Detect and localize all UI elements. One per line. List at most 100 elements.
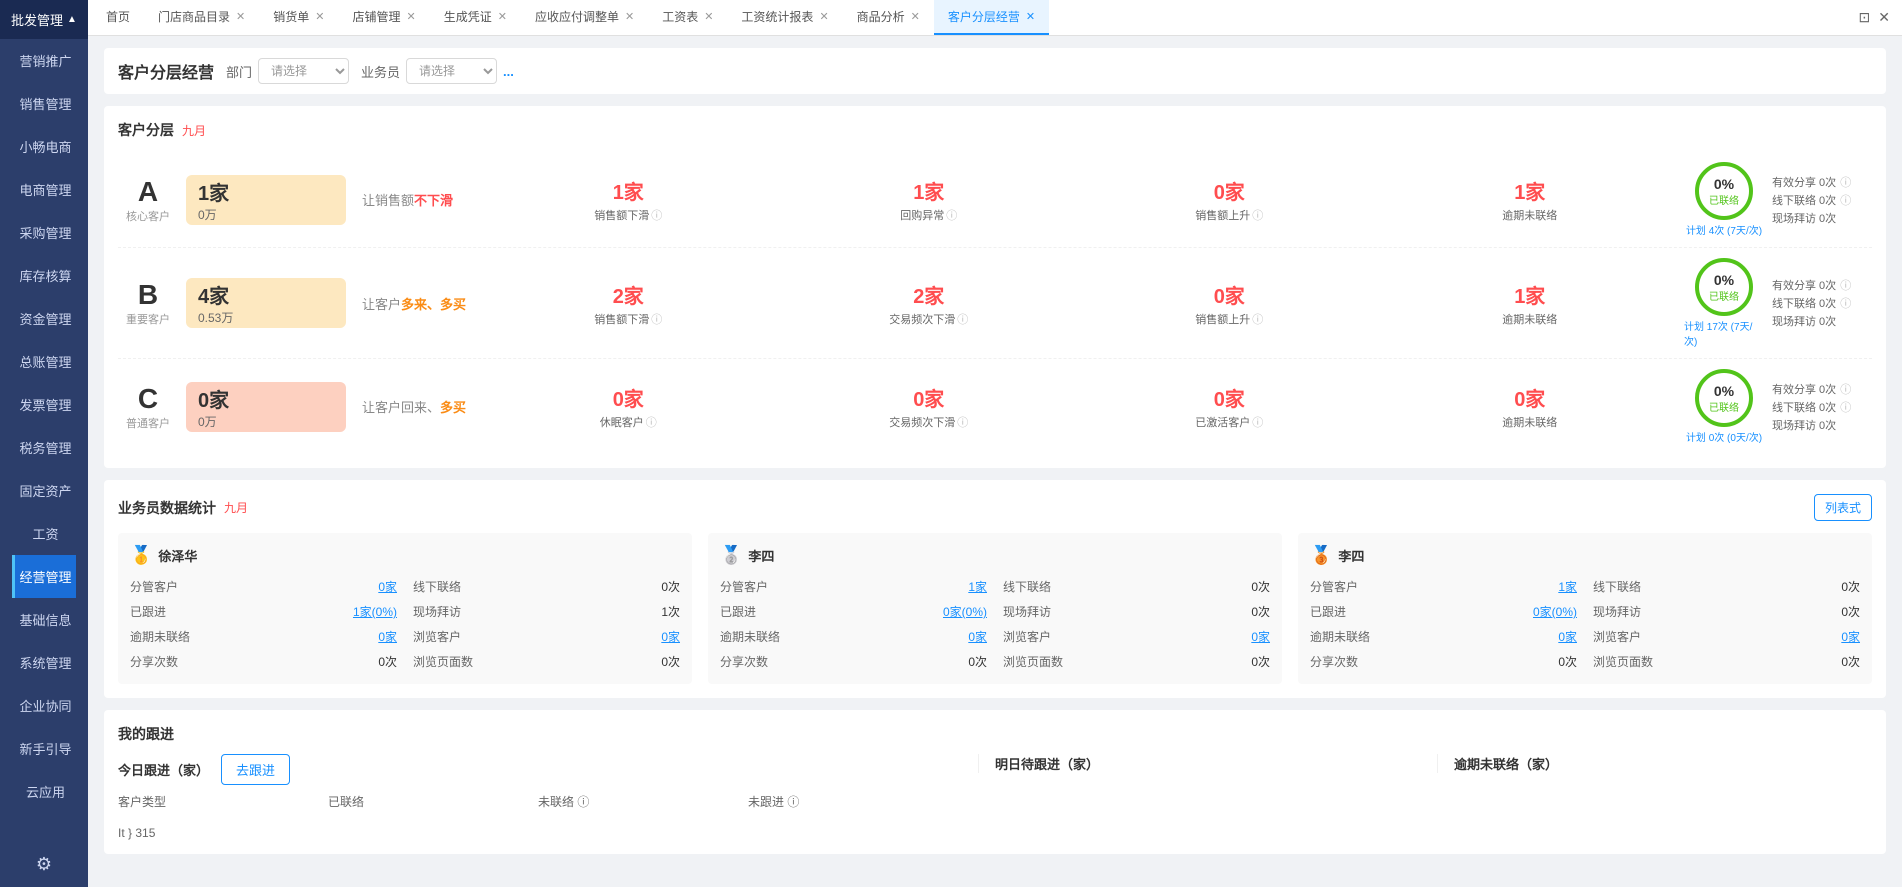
stat-label: 分管客户 [720, 578, 768, 595]
tab-商品分析[interactable]: 商品分析✕ [843, 0, 934, 35]
stat-value[interactable]: 0家 [1841, 628, 1860, 645]
tab-close-icon[interactable]: ✕ [819, 10, 828, 23]
sidebar-item-系统管理[interactable]: 系统管理 [12, 641, 75, 684]
tier-letter-char: A [118, 176, 178, 208]
stat-value[interactable]: 1家 [1558, 578, 1577, 595]
tab-门店商品目录[interactable]: 门店商品目录✕ [144, 0, 259, 35]
circle-plan-label[interactable]: 计划 17次 (7天/次) [1684, 318, 1764, 348]
tier-stat-1[interactable]: 1家回购异常 ⓘ [783, 176, 1076, 223]
stat-value[interactable]: 1家 [968, 578, 987, 595]
tab-close-icon[interactable]: ✕ [911, 10, 920, 23]
sidebar-item-采购管理[interactable]: 采购管理 [12, 211, 75, 254]
tier-stat-3[interactable]: 1家逾期未联络 [1384, 280, 1677, 327]
tier-bar-A[interactable]: 1家0万 [186, 175, 346, 225]
tier-stat-3[interactable]: 0家逾期未联络 [1384, 383, 1677, 430]
tab-店铺管理[interactable]: 店铺管理✕ [338, 0, 429, 35]
tab-close-icon[interactable]: ✕ [704, 10, 713, 23]
tier-stat-2[interactable]: 0家销售额上升 ⓘ [1083, 176, 1376, 223]
sidebar-item-云应用[interactable]: 云应用 [12, 770, 75, 813]
tier-stat-3[interactable]: 1家逾期未联络 [1384, 176, 1677, 223]
stat-value[interactable]: 0家(0%) [1533, 603, 1577, 620]
list-view-btn[interactable]: 列表式 [1814, 494, 1872, 521]
stat-value[interactable]: 0家(0%) [943, 603, 987, 620]
stat-value: 1次 [661, 603, 680, 620]
tab-close-icon[interactable]: ✕ [498, 10, 507, 23]
stat-label: 休眠客户 ⓘ [600, 414, 657, 430]
stat-value[interactable]: 0家 [1251, 628, 1270, 645]
tab-工资表[interactable]: 工资表✕ [648, 0, 727, 35]
tab-生成凭证[interactable]: 生成凭证✕ [430, 0, 521, 35]
staff-medal-1: 🥈 [720, 545, 742, 566]
tier-title: 客户分层 [118, 120, 174, 140]
sidebar-item-经营管理[interactable]: 经营管理 [12, 555, 75, 598]
tier-stat-2[interactable]: 0家销售额上升 ⓘ [1083, 280, 1376, 327]
tab-工资统计报表[interactable]: 工资统计报表✕ [727, 0, 842, 35]
close-window-icon[interactable]: ✕ [1878, 9, 1890, 26]
sidebar-item-新手引导[interactable]: 新手引导 [12, 727, 75, 770]
staff-label: 业务员 [361, 62, 400, 81]
stat-value[interactable]: 0家 [1558, 628, 1577, 645]
help-icon: ⓘ [1840, 192, 1851, 208]
tier-stat-1[interactable]: 0家交易频次下滑 ⓘ [783, 383, 1076, 430]
tab-首页[interactable]: 首页 [92, 0, 144, 35]
restore-icon[interactable]: ⊡ [1859, 9, 1871, 26]
sidebar-item-总账管理[interactable]: 总账管理 [12, 340, 75, 383]
settings-button[interactable]: ⚙ [0, 842, 88, 887]
circle-plan-label[interactable]: 计划 4次 (7天/次) [1686, 222, 1762, 237]
staff-stat-left-3: 分享次数0次 [130, 651, 397, 672]
circle-plan-label[interactable]: 计划 0次 (0天/次) [1686, 429, 1762, 444]
tier-right-stats-C: 有效分享 0次ⓘ线下联络 0次ⓘ现场拜访 0次 [1772, 381, 1872, 433]
goto-followup-btn[interactable]: 去跟进 [221, 754, 290, 785]
help-icon: ⓘ [651, 207, 662, 223]
sidebar-item-固定资产[interactable]: 固定资产 [12, 469, 75, 512]
tab-close-icon[interactable]: ✕ [625, 10, 634, 23]
bottom-label: It } 315 [118, 826, 1872, 840]
staff-select[interactable]: 请选择 [406, 58, 497, 84]
stat-label: 交易频次下滑 ⓘ [889, 414, 968, 430]
sidebar-top[interactable]: 批发管理 ▲ [0, 0, 88, 39]
staff-name-2: 李四 [1338, 546, 1364, 565]
stat-label: 逾期未联络 [1502, 414, 1557, 430]
stat-value[interactable]: 1家(0%) [353, 603, 397, 620]
stat-value[interactable]: 0家 [378, 628, 397, 645]
tier-stat-0[interactable]: 2家销售额下滑 ⓘ [482, 280, 775, 327]
tab-close-icon[interactable]: ✕ [315, 10, 324, 23]
sidebar-item-营销推广[interactable]: 营销推广 [12, 39, 75, 82]
tab-close-icon[interactable]: ✕ [1026, 10, 1035, 23]
sidebar-item-资金管理[interactable]: 资金管理 [12, 297, 75, 340]
sidebar-item-销售管理[interactable]: 销售管理 [12, 82, 75, 125]
tier-stat-1[interactable]: 2家交易频次下滑 ⓘ [783, 280, 1076, 327]
help-icon: ⓘ [1840, 174, 1851, 190]
col-type: 客户类型 [118, 793, 324, 810]
stat-value[interactable]: 0家 [661, 628, 680, 645]
tier-amount: 0万 [198, 413, 229, 430]
sidebar-item-库存核算[interactable]: 库存核算 [12, 254, 75, 297]
stat-value[interactable]: 0家 [968, 628, 987, 645]
tier-stat-2[interactable]: 0家已激活客户 ⓘ [1083, 383, 1376, 430]
sidebar-item-税务管理[interactable]: 税务管理 [12, 426, 75, 469]
stat-value: 0次 [1558, 653, 1577, 670]
more-filter-btn[interactable]: ... [503, 64, 514, 79]
tier-stat-0[interactable]: 1家销售额下滑 ⓘ [482, 176, 775, 223]
sidebar-item-小畅电商[interactable]: 小畅电商 [12, 125, 75, 168]
sidebar-item-工资[interactable]: 工资 [12, 512, 75, 555]
tab-close-icon[interactable]: ✕ [407, 10, 416, 23]
tier-bar-B[interactable]: 4家0.53万 [186, 278, 346, 328]
tab-销货单[interactable]: 销货单✕ [259, 0, 338, 35]
staff-stat-left-1: 已跟进1家(0%) [130, 601, 397, 622]
tier-stat-0[interactable]: 0家休眠客户 ⓘ [482, 383, 775, 430]
tier-bar-C[interactable]: 0家0万 [186, 382, 346, 432]
staff-stat-right-3: 浏览页面数0次 [413, 651, 680, 672]
sidebar-item-基础信息[interactable]: 基础信息 [12, 598, 75, 641]
sidebar-item-发票管理[interactable]: 发票管理 [12, 383, 75, 426]
stat-value[interactable]: 0家 [378, 578, 397, 595]
overdue-label: 逾期未联络（家） [1454, 757, 1558, 772]
dept-select[interactable]: 请选择 [258, 58, 349, 84]
tab-客户分层经营[interactable]: 客户分层经营✕ [934, 0, 1049, 35]
sidebar-item-电商管理[interactable]: 电商管理 [12, 168, 75, 211]
right-stat-label: 现场拜访 0次 [1772, 210, 1836, 226]
sidebar-item-企业协同[interactable]: 企业协同 [12, 684, 75, 727]
stat-label: 销售额下滑 ⓘ [594, 207, 662, 223]
tab-应收应付调整单[interactable]: 应收应付调整单✕ [521, 0, 648, 35]
tab-close-icon[interactable]: ✕ [236, 10, 245, 23]
